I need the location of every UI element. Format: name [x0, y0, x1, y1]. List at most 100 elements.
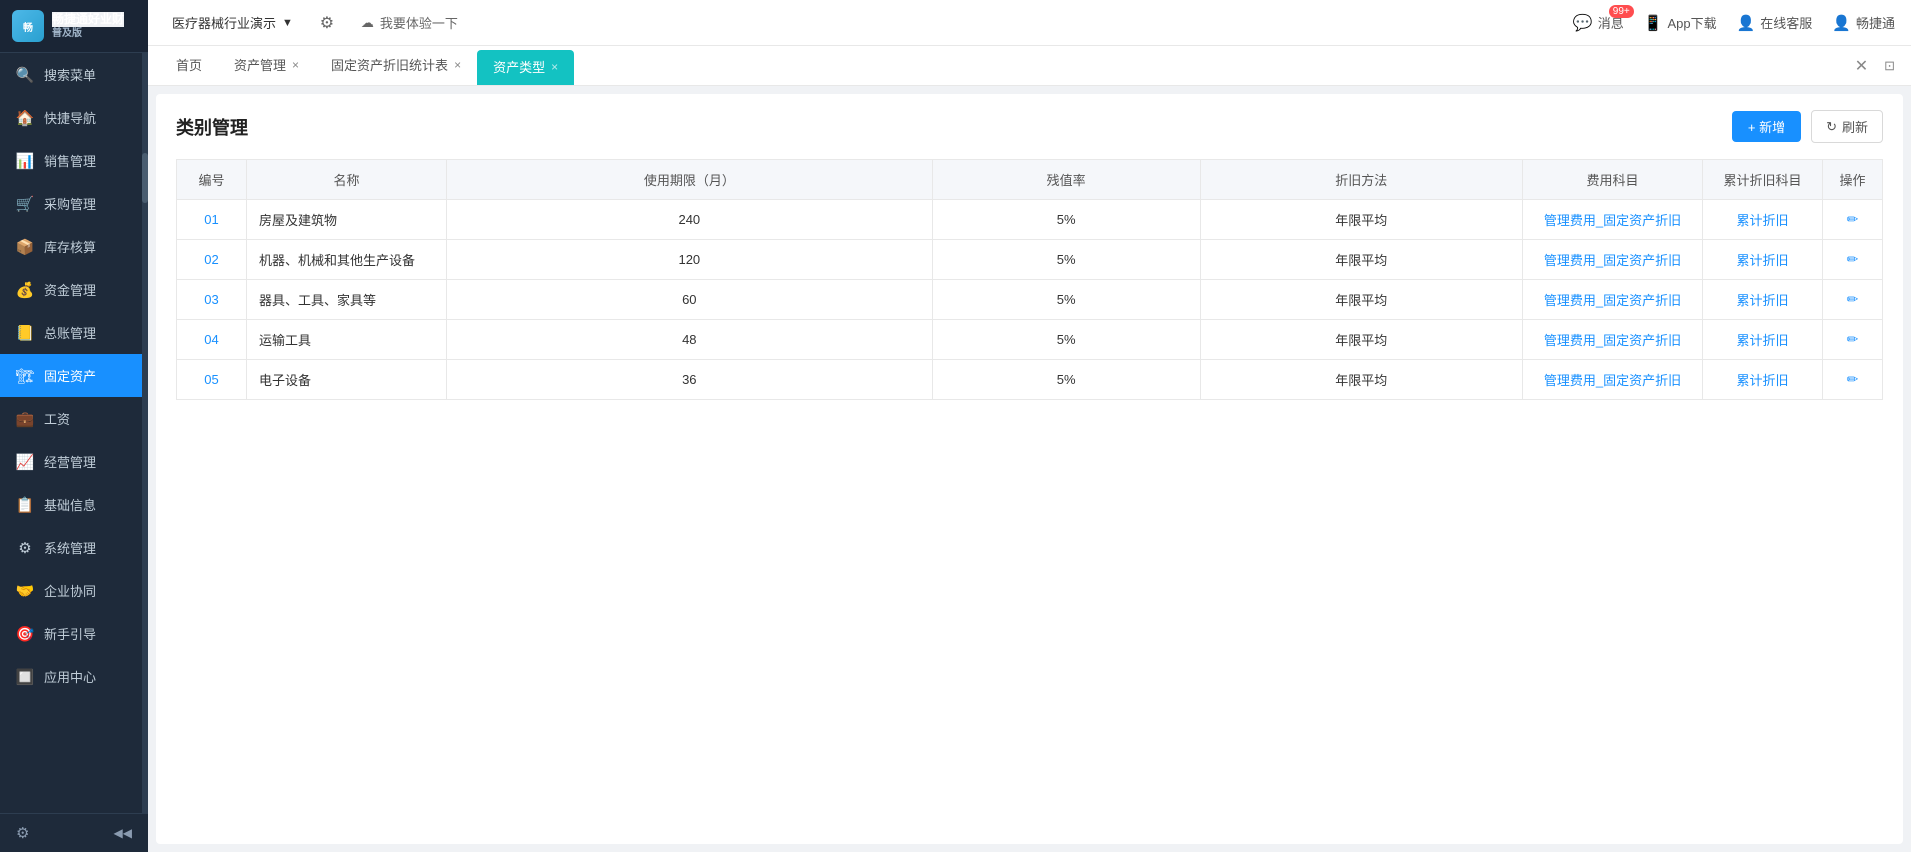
app-center-icon: 🔲	[16, 668, 34, 686]
col-header-0: 编号	[177, 160, 247, 200]
main-content: 医疗器械行业演示 ▼ ⚙ ☁ 我要体验一下 💬 消息 99 📱 App下载 👤 …	[148, 0, 1911, 852]
company-name: 医疗器械行业演示	[172, 13, 276, 32]
topbar-right: 💬 消息 99 📱 App下载 👤 在线客服 👤 畅捷通	[1573, 13, 1895, 33]
sidebar-label-capital: 资金管理	[44, 280, 96, 299]
cell-code: 02	[177, 240, 247, 280]
table-row: 04运输工具485%年限平均管理费用_固定资产折旧累计折旧✏	[177, 320, 1883, 360]
cell-accumulated: 累计折旧	[1703, 200, 1823, 240]
cell-expense: 管理费用_固定资产折旧	[1523, 320, 1703, 360]
cell-residual: 5%	[932, 280, 1200, 320]
sidebar-item-sales[interactable]: 📊 销售管理	[0, 139, 142, 182]
enterprise-icon: 🤝	[16, 582, 34, 600]
sidebar-item-salary[interactable]: 💼 工资	[0, 397, 142, 440]
table-row: 03器具、工具、家具等605%年限平均管理费用_固定资产折旧累计折旧✏	[177, 280, 1883, 320]
cell-expense: 管理费用_固定资产折旧	[1523, 360, 1703, 400]
tab-asset-management-close[interactable]: ×	[292, 58, 299, 72]
fixed-assets-icon: 🏗	[16, 367, 34, 385]
tab-fixed-asset-stats-close[interactable]: ×	[454, 58, 461, 72]
sidebar-label-inventory: 库存核算	[44, 237, 96, 256]
company-selector[interactable]: 医疗器械行业演示 ▼	[164, 9, 301, 36]
user-profile-button[interactable]: 👤 畅捷通	[1832, 13, 1895, 32]
col-header-5: 费用科目	[1523, 160, 1703, 200]
sidebar-item-app-center[interactable]: 🔲 应用中心	[0, 655, 142, 698]
sidebar: 畅 畅捷通好业财 普及版 🔍 搜索菜单 🏠 快捷导航 📊 销售管理 🛒 采购管理…	[0, 0, 148, 852]
tab-asset-type[interactable]: 资产类型 ×	[477, 50, 574, 85]
sidebar-item-capital[interactable]: 💰 资金管理	[0, 268, 142, 311]
sidebar-item-operations[interactable]: 📈 经营管理	[0, 440, 142, 483]
page-header: 类别管理 + 新增 ↻ 刷新	[176, 110, 1883, 143]
col-header-6: 累计折旧科目	[1703, 160, 1823, 200]
avatar-icon: 👤	[1832, 14, 1851, 32]
sidebar-item-ledger[interactable]: 📒 总账管理	[0, 311, 142, 354]
edit-icon[interactable]: ✏	[1847, 251, 1859, 267]
cell-action[interactable]: ✏	[1823, 360, 1883, 400]
cell-action[interactable]: ✏	[1823, 200, 1883, 240]
settings-footer-icon[interactable]: ⚙	[16, 824, 29, 842]
topbar-settings-icon[interactable]: ⚙	[313, 9, 341, 37]
cell-accumulated: 累计折旧	[1703, 240, 1823, 280]
tab-asset-type-close[interactable]: ×	[551, 60, 558, 74]
edit-icon[interactable]: ✏	[1847, 211, 1859, 227]
new-button[interactable]: + 新增	[1732, 111, 1801, 142]
edit-icon[interactable]: ✏	[1847, 331, 1859, 347]
table-row: 02机器、机械和其他生产设备1205%年限平均管理费用_固定资产折旧累计折旧✏	[177, 240, 1883, 280]
sidebar-item-purchase[interactable]: 🛒 采购管理	[0, 182, 142, 225]
sidebar-item-inventory[interactable]: 📦 库存核算	[0, 225, 142, 268]
cell-method: 年限平均	[1200, 280, 1522, 320]
sales-icon: 📊	[16, 152, 34, 170]
cell-action[interactable]: ✏	[1823, 280, 1883, 320]
cell-residual: 5%	[932, 240, 1200, 280]
sidebar-label-sales: 销售管理	[44, 151, 96, 170]
table-row: 01房屋及建筑物2405%年限平均管理费用_固定资产折旧累计折旧✏	[177, 200, 1883, 240]
cell-action[interactable]: ✏	[1823, 320, 1883, 360]
tab-home-label: 首页	[176, 55, 202, 74]
sidebar-item-guide[interactable]: 🎯 新手引导	[0, 612, 142, 655]
table-body: 01房屋及建筑物2405%年限平均管理费用_固定资产折旧累计折旧✏02机器、机械…	[177, 200, 1883, 400]
tab-home[interactable]: 首页	[160, 46, 218, 85]
messages-button[interactable]: 💬 消息 99	[1573, 13, 1624, 33]
cell-period: 60	[447, 280, 933, 320]
app-download-button[interactable]: 📱 App下载	[1644, 13, 1717, 32]
window-close-button[interactable]: ✕	[1851, 56, 1872, 76]
sidebar-label-enterprise: 企业协同	[44, 581, 96, 600]
cell-accumulated: 累计折旧	[1703, 360, 1823, 400]
edit-icon[interactable]: ✏	[1847, 371, 1859, 387]
cell-method: 年限平均	[1200, 360, 1522, 400]
cell-name: 运输工具	[247, 320, 447, 360]
sidebar-item-basic-info[interactable]: 📋 基础信息	[0, 483, 142, 526]
online-service-button[interactable]: 👤 在线客服	[1737, 13, 1813, 32]
refresh-button[interactable]: ↻ 刷新	[1811, 110, 1883, 143]
sidebar-label-operations: 经营管理	[44, 452, 96, 471]
sidebar-logo: 畅 畅捷通好业财 普及版	[0, 0, 148, 53]
tab-asset-management-label: 资产管理	[234, 55, 286, 74]
cell-period: 48	[447, 320, 933, 360]
sidebar-item-search[interactable]: 🔍 搜索菜单	[0, 53, 142, 96]
sidebar-label-app-center: 应用中心	[44, 667, 96, 686]
table-row: 05电子设备365%年限平均管理费用_固定资产折旧累计折旧✏	[177, 360, 1883, 400]
tab-fixed-asset-stats[interactable]: 固定资产折旧统计表 ×	[315, 46, 477, 85]
edit-icon[interactable]: ✏	[1847, 291, 1859, 307]
cell-period: 120	[447, 240, 933, 280]
sidebar-item-enterprise[interactable]: 🤝 企业协同	[0, 569, 142, 612]
cell-name: 房屋及建筑物	[247, 200, 447, 240]
sidebar-item-system[interactable]: ⚙ 系统管理	[0, 526, 142, 569]
message-icon: 💬	[1573, 13, 1593, 33]
table-header-row: 编号名称使用期限（月）残值率折旧方法费用科目累计折旧科目操作	[177, 160, 1883, 200]
sidebar-footer: ⚙ ◀◀	[0, 813, 148, 852]
col-header-3: 残值率	[932, 160, 1200, 200]
cell-expense: 管理费用_固定资产折旧	[1523, 200, 1703, 240]
cell-action[interactable]: ✏	[1823, 240, 1883, 280]
purchase-icon: 🛒	[16, 195, 34, 213]
experience-button[interactable]: ☁ 我要体验一下	[353, 9, 466, 36]
sidebar-item-fixed-assets[interactable]: 🏗 固定资产	[0, 354, 142, 397]
window-maximize-button[interactable]: ⊡	[1880, 58, 1899, 74]
cell-residual: 5%	[932, 360, 1200, 400]
page-actions: + 新增 ↻ 刷新	[1732, 110, 1883, 143]
collapse-icon[interactable]: ◀◀	[114, 826, 132, 840]
logo-text: 畅捷通好业财 普及版	[52, 12, 124, 41]
sidebar-label-ledger: 总账管理	[44, 323, 96, 342]
cell-period: 36	[447, 360, 933, 400]
tab-asset-management[interactable]: 资产管理 ×	[218, 46, 315, 85]
operations-icon: 📈	[16, 453, 34, 471]
sidebar-item-quick-nav[interactable]: 🏠 快捷导航	[0, 96, 142, 139]
